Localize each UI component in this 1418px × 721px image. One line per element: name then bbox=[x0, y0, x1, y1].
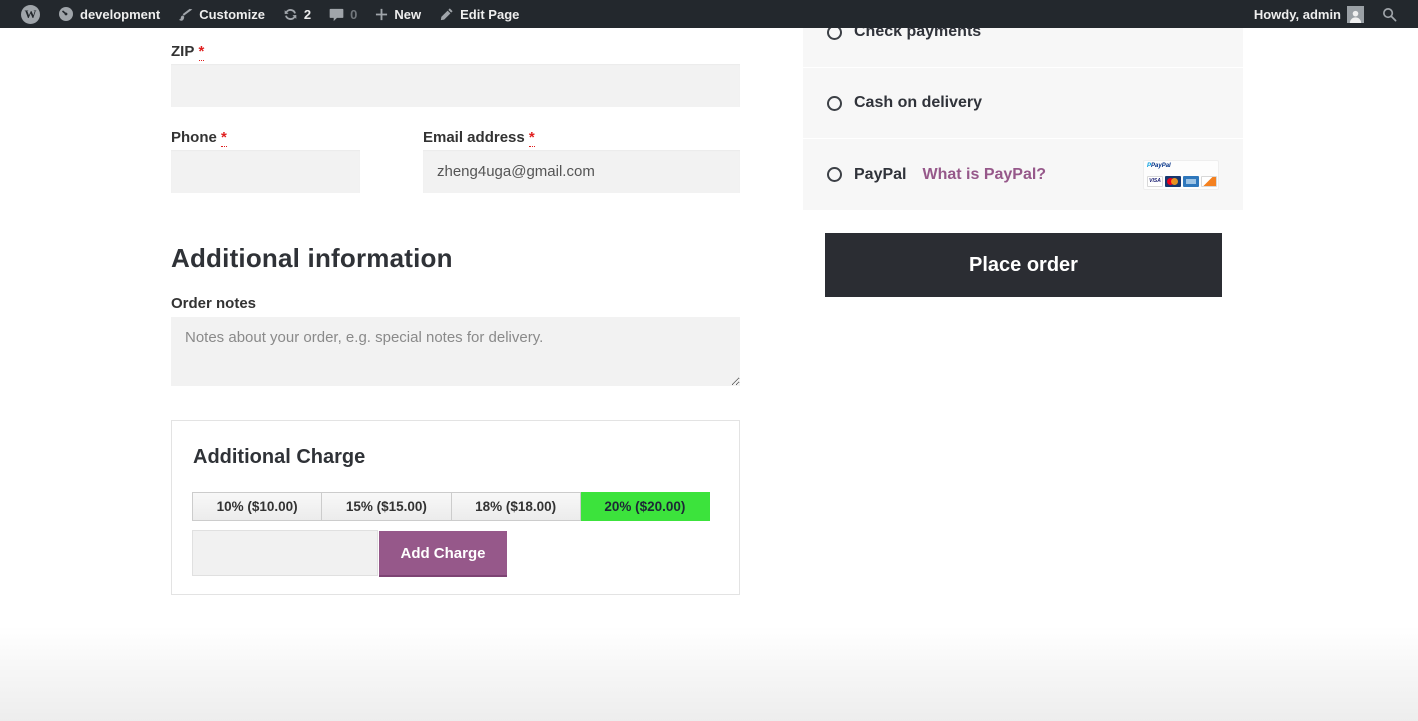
add-charge-button[interactable]: Add Charge bbox=[379, 531, 507, 577]
order-notes-label: Order notes bbox=[171, 295, 257, 312]
search-button[interactable] bbox=[1373, 0, 1406, 28]
avatar bbox=[1347, 5, 1364, 23]
place-order-button[interactable]: Place order bbox=[825, 233, 1222, 297]
page-bottom-fade bbox=[0, 626, 1418, 721]
brush-icon bbox=[178, 7, 193, 22]
email-label: Email address * bbox=[423, 129, 535, 147]
new-label: New bbox=[394, 6, 422, 22]
what-is-paypal-link[interactable]: What is PayPal? bbox=[922, 166, 1046, 184]
phone-input[interactable] bbox=[171, 150, 360, 193]
site-name-label: development bbox=[80, 6, 161, 22]
card-icons-row: VISA bbox=[1147, 175, 1217, 187]
search-icon bbox=[1382, 7, 1397, 22]
my-account-menu[interactable]: Howdy, admin bbox=[1245, 0, 1373, 28]
zip-label: ZIP * bbox=[171, 43, 205, 61]
wp-logo-menu[interactable]: W bbox=[12, 0, 49, 28]
payment-method-paypal[interactable]: PayPal What is PayPal? PPayPal VISA bbox=[803, 139, 1243, 210]
visa-card-icon: VISA bbox=[1147, 175, 1163, 187]
custom-charge-input[interactable] bbox=[192, 530, 378, 576]
howdy-label: Howdy, admin bbox=[1253, 6, 1341, 22]
edit-page-label: Edit Page bbox=[460, 6, 520, 22]
pencil-icon bbox=[439, 7, 454, 22]
email-input[interactable] bbox=[423, 150, 740, 193]
edit-page-button[interactable]: Edit Page bbox=[430, 0, 528, 28]
paypal-acceptance-mark: PPayPal VISA bbox=[1143, 159, 1219, 190]
new-content-button[interactable]: New bbox=[366, 0, 430, 28]
amex-card-icon bbox=[1183, 175, 1199, 187]
plus-icon bbox=[375, 8, 388, 21]
mastercard-icon bbox=[1165, 175, 1181, 187]
comments-button[interactable]: 0 bbox=[320, 0, 366, 28]
required-asterisk: * bbox=[198, 43, 205, 61]
additional-information-heading: Additional information bbox=[171, 243, 453, 273]
charge-option-15[interactable]: 15% ($15.00) bbox=[322, 492, 452, 521]
payment-method-label: Cash on delivery bbox=[854, 94, 983, 111]
updates-count: 2 bbox=[303, 6, 312, 22]
charge-option-20-selected[interactable]: 20% ($20.00) bbox=[580, 492, 710, 521]
comments-count: 0 bbox=[350, 6, 358, 22]
zip-input[interactable] bbox=[171, 64, 740, 107]
radio-cash-on-delivery[interactable] bbox=[827, 95, 842, 111]
paypal-mini-logo: PPayPal bbox=[1147, 162, 1171, 169]
required-asterisk: * bbox=[221, 129, 227, 147]
customize-label: Customize bbox=[199, 6, 265, 22]
payment-method-cod[interactable]: Cash on delivery bbox=[803, 68, 1243, 139]
payment-methods-panel: Check payments Cash on delivery PayPal W… bbox=[803, 0, 1243, 210]
discover-card-icon bbox=[1201, 175, 1217, 187]
payment-method-label: PayPal bbox=[854, 165, 907, 183]
order-notes-textarea[interactable] bbox=[171, 317, 740, 386]
dashboard-gauge-icon bbox=[58, 6, 74, 22]
updates-icon bbox=[283, 7, 298, 22]
charge-option-18[interactable]: 18% ($18.00) bbox=[451, 492, 581, 521]
required-asterisk: * bbox=[528, 129, 535, 147]
additional-charge-heading: Additional Charge bbox=[193, 446, 366, 468]
site-menu-development[interactable]: development bbox=[49, 0, 169, 28]
wp-admin-bar: W development Customize 2 0 New Edit Pag… bbox=[0, 0, 1418, 28]
radio-paypal[interactable] bbox=[827, 167, 842, 182]
updates-button[interactable]: 2 bbox=[274, 0, 320, 28]
customize-button[interactable]: Customize bbox=[169, 0, 274, 28]
charge-option-10[interactable]: 10% ($10.00) bbox=[192, 492, 323, 521]
comment-bubble-icon bbox=[329, 7, 344, 22]
charge-options-group: 10% ($10.00) 15% ($15.00) 18% ($18.00) 2… bbox=[192, 492, 710, 521]
wordpress-logo-icon: W bbox=[21, 4, 40, 24]
phone-label: Phone * bbox=[171, 129, 227, 147]
additional-charge-panel: Additional Charge 10% ($10.00) 15% ($15.… bbox=[171, 420, 740, 595]
